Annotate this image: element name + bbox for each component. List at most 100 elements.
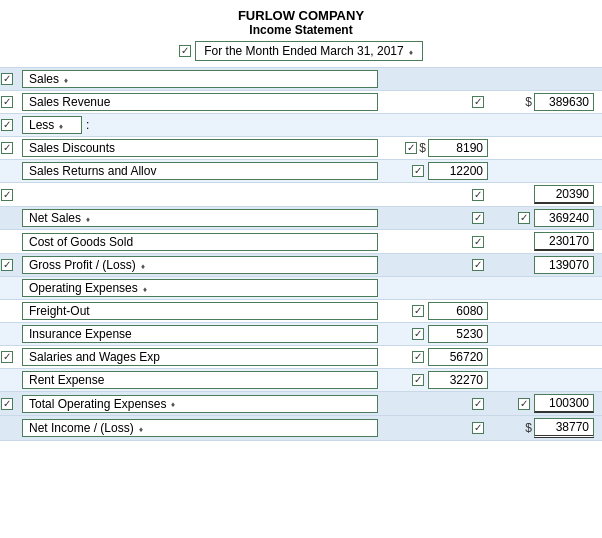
net-sales-dropdown-icon[interactable]: ⬧ <box>85 213 91 224</box>
salaries-mid-checkbox[interactable] <box>412 351 424 363</box>
insurance-label: Insurance Expense <box>29 327 132 341</box>
period-row: For the Month Ended March 31, 2017 ⬧ <box>0 41 602 61</box>
sales-revenue-label-box[interactable]: Sales Revenue <box>22 93 378 111</box>
period-dropdown-icon[interactable]: ⬧ <box>408 46 414 57</box>
sales-revenue-value[interactable]: 389630 <box>534 93 594 111</box>
operating-expenses-header: Operating Expenses ⬧ <box>0 276 602 299</box>
less-label: Less <box>29 118 54 132</box>
sales-header-checkbox[interactable] <box>1 73 13 85</box>
sales-discounts-value[interactable]: 8190 <box>428 139 488 157</box>
rent-label-box[interactable]: Rent Expense <box>22 371 378 389</box>
sales-dropdown-icon[interactable]: ⬧ <box>63 74 69 85</box>
sales-discounts-checkbox[interactable] <box>1 142 13 154</box>
cogs-label-box[interactable]: Cost of Goods Sold <box>22 233 378 251</box>
cogs-value[interactable]: 230170 <box>534 232 594 251</box>
insurance-label-box[interactable]: Insurance Expense <box>22 325 378 343</box>
net-income-value[interactable]: 38770 <box>534 418 594 438</box>
total-op-exp-right-checkbox[interactable] <box>518 398 530 410</box>
rent-mid-checkbox[interactable] <box>412 374 424 386</box>
sales-discounts-label: Sales Discounts <box>29 141 115 155</box>
sales-discounts-row: Sales Discounts $ 8190 <box>0 136 602 159</box>
salaries-value[interactable]: 56720 <box>428 348 488 366</box>
gross-profit-row: Gross Profit / (Loss) ⬧ 139070 <box>0 253 602 276</box>
less-colon: : <box>86 118 89 132</box>
freight-out-label: Freight-Out <box>29 304 90 318</box>
company-name: FURLOW COMPANY <box>0 8 602 23</box>
rent-value[interactable]: 32270 <box>428 371 488 389</box>
subtotal1-checkbox[interactable] <box>1 189 13 201</box>
gross-profit-mid-checkbox[interactable] <box>472 259 484 271</box>
total-op-exp-dropdown-icon[interactable]: ⬧ <box>170 398 176 409</box>
gross-profit-label-box[interactable]: Gross Profit / (Loss) ⬧ <box>22 256 378 274</box>
sales-label-box[interactable]: Sales ⬧ <box>22 70 378 88</box>
net-sales-label: Net Sales <box>29 211 81 225</box>
sales-label: Sales <box>29 72 59 86</box>
net-sales-value[interactable]: 369240 <box>534 209 594 227</box>
total-op-exp-label-box[interactable]: Total Operating Expenses ⬧ <box>22 395 378 413</box>
cogs-label: Cost of Goods Sold <box>29 235 133 249</box>
freight-out-label-box[interactable]: Freight-Out <box>22 302 378 320</box>
less-label-box[interactable]: Less ⬧ <box>22 116 82 134</box>
salaries-label: Salaries and Wages Exp <box>29 350 160 364</box>
rent-label: Rent Expense <box>29 373 104 387</box>
gross-profit-dropdown-icon[interactable]: ⬧ <box>140 260 146 271</box>
freight-out-row: Freight-Out 6080 <box>0 299 602 322</box>
sales-revenue-checkbox[interactable] <box>1 96 13 108</box>
less-header-row: Less ⬧ : <box>0 113 602 136</box>
freight-out-value[interactable]: 6080 <box>428 302 488 320</box>
insurance-mid-checkbox[interactable] <box>412 328 424 340</box>
net-sales-row: Net Sales ⬧ 369240 <box>0 206 602 229</box>
period-label: For the Month Ended March 31, 2017 <box>204 44 403 58</box>
sales-section-header: Sales ⬧ <box>0 67 602 90</box>
sales-discounts-mid-checkbox[interactable] <box>405 142 417 154</box>
cogs-row: Cost of Goods Sold 230170 <box>0 229 602 253</box>
net-sales-label-box[interactable]: Net Sales ⬧ <box>22 209 378 227</box>
income-statement-table: Sales ⬧ Sales Revenue $ 389630 <box>0 67 602 441</box>
salaries-checkbox[interactable] <box>1 351 13 363</box>
net-sales-right-checkbox[interactable] <box>518 212 530 224</box>
subtotal1-mid-checkbox[interactable] <box>472 189 484 201</box>
net-income-row: Net Income / (Loss) ⬧ $ 38770 <box>0 415 602 441</box>
sales-returns-value[interactable]: 12200 <box>428 162 488 180</box>
period-selector[interactable]: For the Month Ended March 31, 2017 ⬧ <box>195 41 422 61</box>
sales-revenue-label: Sales Revenue <box>29 95 110 109</box>
net-income-mid-checkbox[interactable] <box>472 422 484 434</box>
period-checkbox[interactable] <box>179 45 191 57</box>
net-income-dollar: $ <box>525 421 532 435</box>
subtotal1-value[interactable]: 20390 <box>534 185 594 204</box>
sales-revenue-dollar: $ <box>525 95 532 109</box>
rent-row: Rent Expense 32270 <box>0 368 602 391</box>
header: FURLOW COMPANY Income Statement For the … <box>0 0 602 67</box>
total-op-exp-checkbox[interactable] <box>1 398 13 410</box>
page: FURLOW COMPANY Income Statement For the … <box>0 0 602 441</box>
operating-expenses-label-box[interactable]: Operating Expenses ⬧ <box>22 279 378 297</box>
net-sales-mid-checkbox[interactable] <box>472 212 484 224</box>
insurance-value[interactable]: 5230 <box>428 325 488 343</box>
salaries-row: Salaries and Wages Exp 56720 <box>0 345 602 368</box>
sales-returns-mid-checkbox[interactable] <box>412 165 424 177</box>
gross-profit-label: Gross Profit / (Loss) <box>29 258 136 272</box>
net-income-dropdown-icon[interactable]: ⬧ <box>138 423 144 434</box>
freight-out-mid-checkbox[interactable] <box>412 305 424 317</box>
sales-returns-label: Sales Returns and Allov <box>29 164 156 178</box>
salaries-label-box[interactable]: Salaries and Wages Exp <box>22 348 378 366</box>
sales-revenue-mid-checkbox[interactable] <box>472 96 484 108</box>
gross-profit-checkbox[interactable] <box>1 259 13 271</box>
cogs-mid-checkbox[interactable] <box>472 236 484 248</box>
net-income-label-box[interactable]: Net Income / (Loss) ⬧ <box>22 419 378 437</box>
sales-revenue-row: Sales Revenue $ 389630 <box>0 90 602 113</box>
sales-returns-label-box[interactable]: Sales Returns and Allov <box>22 162 378 180</box>
less-checkbox[interactable] <box>1 119 13 131</box>
gross-profit-value[interactable]: 139070 <box>534 256 594 274</box>
insurance-row: Insurance Expense 5230 <box>0 322 602 345</box>
less-dropdown-icon[interactable]: ⬧ <box>58 120 64 131</box>
total-op-exp-label: Total Operating Expenses <box>29 397 166 411</box>
report-title: Income Statement <box>0 23 602 37</box>
sales-discounts-label-box[interactable]: Sales Discounts <box>22 139 378 157</box>
total-operating-expenses-row: Total Operating Expenses ⬧ 100300 <box>0 391 602 415</box>
total-op-exp-value[interactable]: 100300 <box>534 394 594 413</box>
sales-returns-row: Sales Returns and Allov 12200 <box>0 159 602 182</box>
operating-expenses-dropdown-icon[interactable]: ⬧ <box>142 283 148 294</box>
total-op-exp-mid-checkbox[interactable] <box>472 398 484 410</box>
operating-expenses-label: Operating Expenses <box>29 281 138 295</box>
